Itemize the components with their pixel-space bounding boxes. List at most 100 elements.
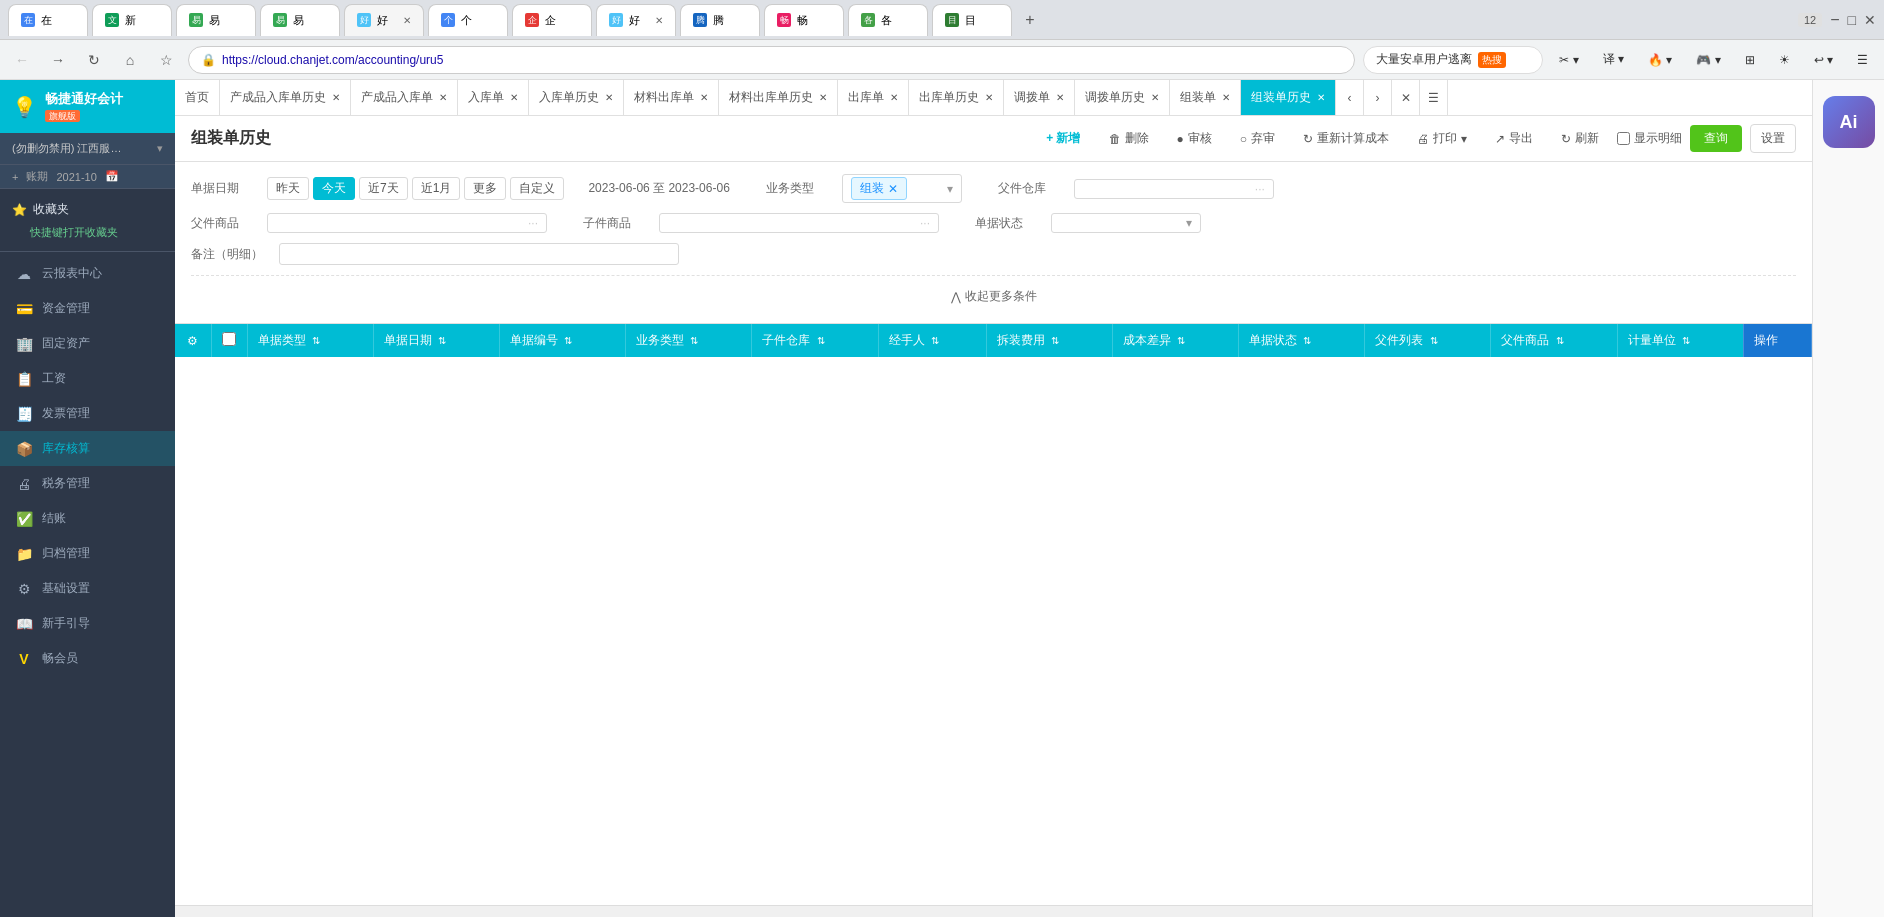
column-settings-icon[interactable]: ⚙ [187, 334, 198, 348]
sidebar-item-membership[interactable]: V 畅会员 [0, 641, 175, 676]
sidebar-item-fund-mgmt[interactable]: 💳 资金管理 [0, 291, 175, 326]
sidebar-item-guide[interactable]: 📖 新手引导 [0, 606, 175, 641]
sidebar-item-invoice-mgmt[interactable]: 🧾 发票管理 [0, 396, 175, 431]
app-tab-inbound[interactable]: 入库单 ✕ [458, 80, 529, 116]
date-btn-7days[interactable]: 近7天 [359, 177, 408, 200]
business-type-dropdown[interactable]: ▾ [947, 182, 953, 196]
th-cost-diff[interactable]: 成本差异 ⇅ [1112, 324, 1238, 357]
date-btn-today[interactable]: 今天 [313, 177, 355, 200]
tab-close-transfer-history[interactable]: ✕ [1151, 92, 1159, 103]
browser-tab-9[interactable]: 腾 腾 [680, 4, 760, 36]
browser-tab-3[interactable]: 易 易 [176, 4, 256, 36]
date-btn-yesterday[interactable]: 昨天 [267, 177, 309, 200]
app-tab-outbound[interactable]: 出库单 ✕ [838, 80, 909, 116]
browser-tab-7[interactable]: 企 企 [512, 4, 592, 36]
game-toolbar-btn[interactable]: 🎮 ▾ [1688, 46, 1728, 74]
app-tab-assembly[interactable]: 组装单 ✕ [1170, 80, 1241, 116]
menu-toolbar-btn[interactable]: ☰ [1849, 46, 1876, 74]
th-checkbox[interactable] [211, 324, 247, 357]
tab-close-outbound-history[interactable]: ✕ [985, 92, 993, 103]
business-type-input[interactable]: 组装 ✕ ▾ [842, 174, 962, 203]
app-tab-transfer[interactable]: 调拨单 ✕ [1004, 80, 1075, 116]
bottom-scrollbar[interactable] [175, 905, 1812, 917]
sidebar-item-fixed-assets[interactable]: 🏢 固定资产 [0, 326, 175, 361]
app-tab-home[interactable]: 首页 [175, 80, 220, 116]
browser-tab-8[interactable]: 好 好 ✕ [596, 4, 676, 36]
back-button[interactable]: ← [8, 46, 36, 74]
parent-warehouse-input[interactable]: ··· [1074, 179, 1274, 199]
date-btn-more[interactable]: 更多 [464, 177, 506, 200]
app-tab-outbound-history[interactable]: 出库单历史 ✕ [909, 80, 1004, 116]
th-parent-goods[interactable]: 父件商品 ⇅ [1491, 324, 1617, 357]
sidebar-item-payroll[interactable]: 📋 工资 [0, 361, 175, 396]
browser-tab-2[interactable]: 文 新 [92, 4, 172, 36]
th-unit[interactable]: 计量单位 ⇅ [1617, 324, 1743, 357]
favorites-header[interactable]: ⭐ 收藏夹 [12, 197, 163, 222]
business-type-tag-close[interactable]: ✕ [888, 182, 898, 196]
th-settings[interactable]: ⚙ [175, 324, 211, 357]
cut-toolbar-btn[interactable]: ✂ ▾ [1551, 46, 1586, 74]
export-button[interactable]: ↗ 导出 [1485, 126, 1543, 151]
home-button[interactable]: ⌂ [116, 46, 144, 74]
emoji-toolbar-btn[interactable]: 🔥 ▾ [1640, 46, 1680, 74]
app-tab-inbound-history[interactable]: 入库单历史 ✕ [529, 80, 624, 116]
sidebar-item-inventory[interactable]: 📦 库存核算 [0, 431, 175, 466]
recalculate-button[interactable]: ↻ 重新计算成本 [1293, 126, 1399, 151]
browser-tab-10[interactable]: 畅 畅 [764, 4, 844, 36]
tab-close-finished[interactable]: ✕ [439, 92, 447, 103]
settings-toolbar-btn[interactable]: ☀ [1771, 46, 1798, 74]
ai-button[interactable]: Ai [1823, 96, 1875, 148]
browser-tab-12[interactable]: 目 目 [932, 4, 1012, 36]
window-minimize[interactable]: − [1830, 11, 1839, 29]
th-biz-type[interactable]: 业务类型 ⇅ [626, 324, 752, 357]
address-bar[interactable]: 🔒 https://cloud.chanjet.com/accounting/u… [188, 46, 1355, 74]
tab-close-inbound-history[interactable]: ✕ [605, 92, 613, 103]
app-tab-finished[interactable]: 产成品入库单 ✕ [351, 80, 458, 116]
sidebar-item-settlement[interactable]: ✅ 结账 [0, 501, 175, 536]
tab-close-outbound[interactable]: ✕ [890, 92, 898, 103]
translate-toolbar-btn[interactable]: 译 ▾ [1595, 46, 1632, 74]
tab-close-material-out[interactable]: ✕ [700, 92, 708, 103]
th-bill-status[interactable]: 单据状态 ⇅ [1238, 324, 1364, 357]
browser-tab-close-5[interactable]: ✕ [403, 15, 411, 26]
tab-close-inbound[interactable]: ✕ [510, 92, 518, 103]
quick-open-favorites[interactable]: 快捷键打开收藏夹 [12, 222, 163, 243]
sidebar-item-cloud-report[interactable]: ☁ 云报表中心 [0, 256, 175, 291]
refresh-button[interactable]: ↻ 刷新 [1551, 126, 1609, 151]
sidebar-item-archive-mgmt[interactable]: 📁 归档管理 [0, 536, 175, 571]
sidebar-item-tax-mgmt[interactable]: 🖨 税务管理 [0, 466, 175, 501]
review-button[interactable]: ● 审核 [1167, 126, 1222, 151]
collapse-button[interactable]: ⋀ 收起更多条件 [951, 282, 1037, 311]
refresh-button[interactable]: ↻ [80, 46, 108, 74]
abandon-button[interactable]: ○ 弃审 [1230, 126, 1285, 151]
app-tab-material-out-history[interactable]: 材料出库单历史 ✕ [719, 80, 838, 116]
browser-tab-6[interactable]: 个 个 [428, 4, 508, 36]
tab-close-finished-history[interactable]: ✕ [332, 92, 340, 103]
print-button[interactable]: 🖨 打印 ▾ [1407, 126, 1477, 151]
tab-close-material-out-history[interactable]: ✕ [819, 92, 827, 103]
history-toolbar-btn[interactable]: ↩ ▾ [1806, 46, 1841, 74]
th-disassemble-fee[interactable]: 拆装费用 ⇅ [986, 324, 1112, 357]
tab-close-assembly[interactable]: ✕ [1222, 92, 1230, 103]
select-all-checkbox[interactable] [222, 332, 236, 346]
delete-button[interactable]: 🗑 删除 [1099, 126, 1159, 151]
grid-toolbar-btn[interactable]: ⊞ [1737, 46, 1763, 74]
date-btn-1month[interactable]: 近1月 [412, 177, 461, 200]
tab-close-current[interactable]: ✕ [1392, 80, 1420, 116]
th-sub-warehouse[interactable]: 子件仓库 ⇅ [752, 324, 878, 357]
th-bill-date[interactable]: 单据日期 ⇅ [373, 324, 499, 357]
note-input[interactable] [279, 243, 679, 265]
forward-button[interactable]: → [44, 46, 72, 74]
window-maximize[interactable]: □ [1848, 12, 1856, 28]
browser-tab-1[interactable]: 在 在 [8, 4, 88, 36]
th-parent-list[interactable]: 父件列表 ⇅ [1365, 324, 1491, 357]
bookmark-button[interactable]: ☆ [152, 46, 180, 74]
th-bill-type[interactable]: 单据类型 ⇅ [247, 324, 373, 357]
app-tab-assembly-history[interactable]: 组装单历史 ✕ [1241, 80, 1336, 116]
window-close[interactable]: ✕ [1864, 12, 1876, 28]
app-tab-material-out[interactable]: 材料出库单 ✕ [624, 80, 719, 116]
child-goods-input[interactable]: ··· [659, 213, 939, 233]
tab-nav-left[interactable]: ‹ [1336, 80, 1364, 116]
app-tab-finished-history[interactable]: 产成品入库单历史 ✕ [220, 80, 351, 116]
sidebar-item-basic-settings[interactable]: ⚙ 基础设置 [0, 571, 175, 606]
